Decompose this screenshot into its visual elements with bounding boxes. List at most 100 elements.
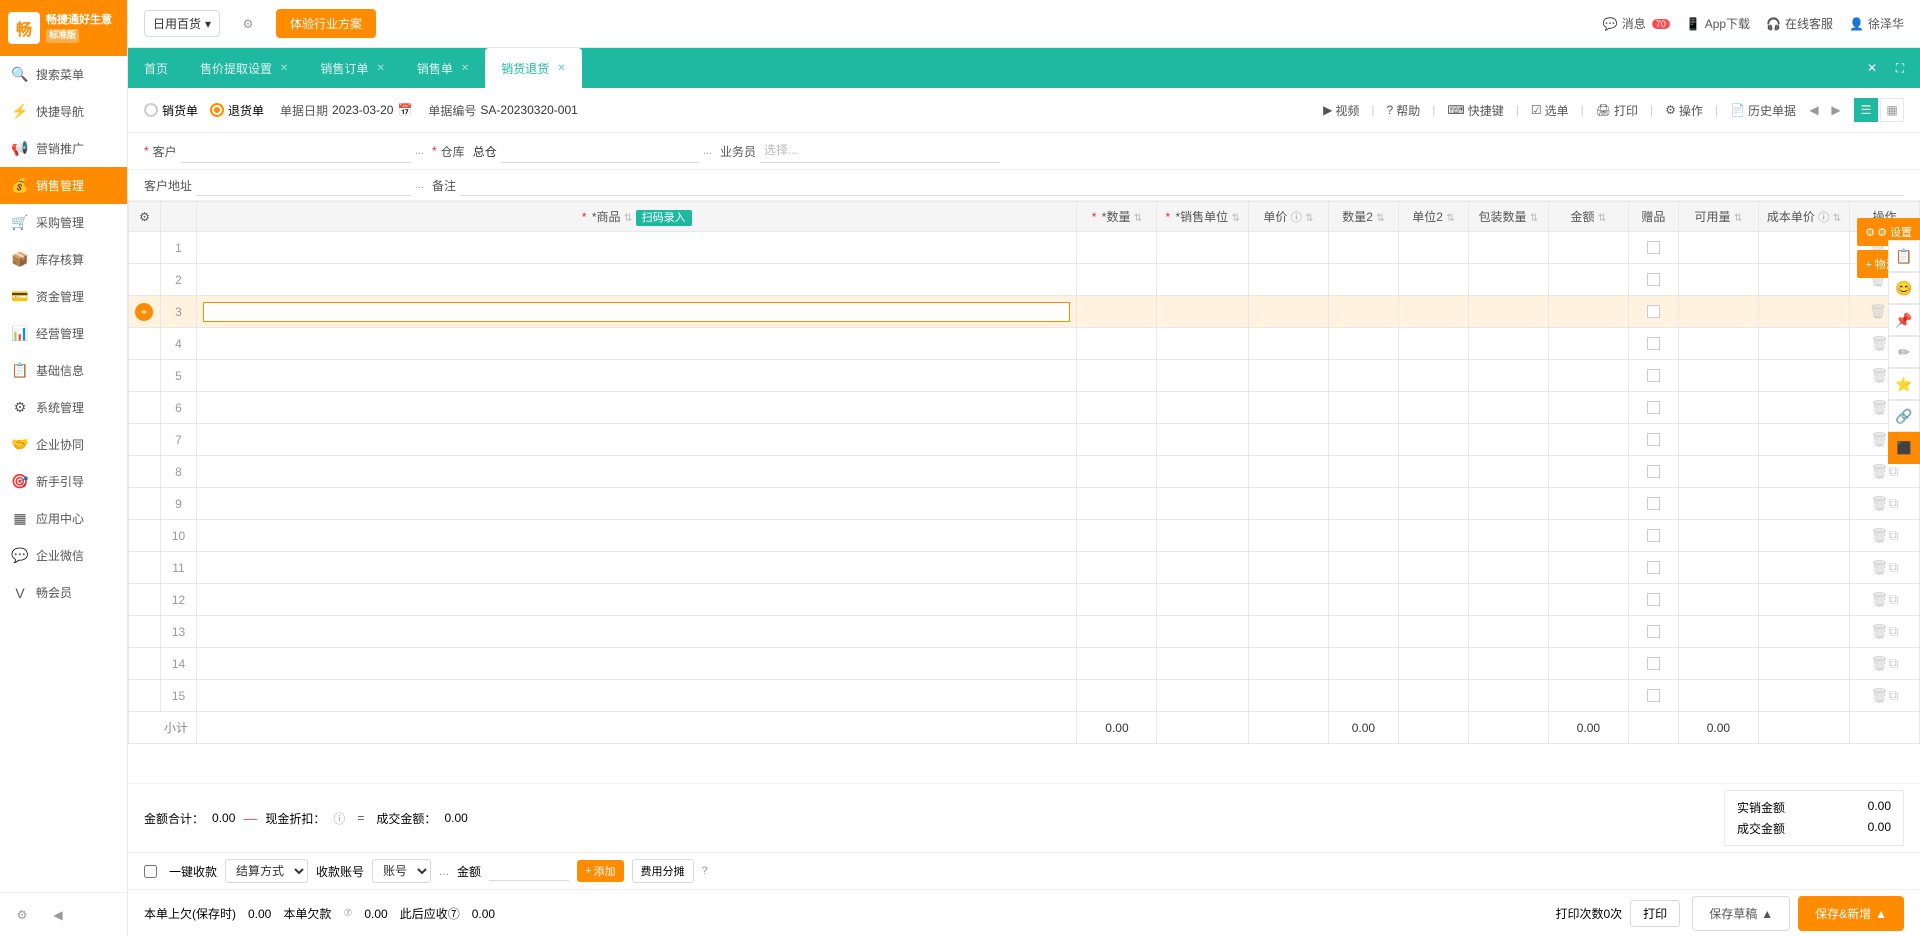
copy-row-btn[interactable]: ⧉: [1888, 495, 1898, 511]
tab-close-icon[interactable]: ✕: [461, 63, 469, 74]
list-view-btn[interactable]: ☰: [1854, 98, 1878, 122]
sort-icon[interactable]: ⇅: [624, 213, 632, 224]
sidebar-item-system[interactable]: ⚙ 系统管理: [0, 389, 127, 426]
sort-icon[interactable]: ⇅: [1376, 213, 1384, 224]
sidebar-item-operation[interactable]: 📊 经营管理: [0, 315, 127, 352]
settings-gear-icon[interactable]: ⚙: [232, 8, 264, 40]
next-page-btn[interactable]: ▶: [1826, 100, 1846, 120]
right-icon-link[interactable]: 🔗: [1888, 400, 1920, 432]
gift-checkbox[interactable]: [1647, 593, 1660, 606]
sidebar-settings-btn[interactable]: ⚙: [8, 901, 36, 929]
warehouse-input[interactable]: [501, 139, 699, 163]
message-btn[interactable]: 💬 消息 70: [1603, 15, 1670, 32]
gift-checkbox[interactable]: [1647, 273, 1660, 286]
sidebar-item-vip[interactable]: V 畅会员: [0, 574, 127, 611]
delete-row-btn[interactable]: 🗑: [1871, 399, 1889, 415]
product-cell-active[interactable]: [197, 296, 1077, 328]
cost-info-icon[interactable]: ⓘ: [1818, 212, 1829, 224]
history-action[interactable]: 📄 历史单据: [1730, 102, 1796, 119]
gift-checkbox[interactable]: [1647, 657, 1660, 670]
amount-input[interactable]: [489, 862, 569, 881]
gift-checkbox[interactable]: [1647, 241, 1660, 254]
delete-row-btn[interactable]: 🗑: [1871, 527, 1889, 543]
sidebar-item-inventory[interactable]: 📦 库存核算: [0, 241, 127, 278]
delete-row-btn[interactable]: 🗑: [1871, 335, 1889, 351]
cash-discount-info-icon[interactable]: ⓘ: [333, 810, 345, 827]
delete-row-btn[interactable]: 🗑: [1871, 687, 1889, 703]
save-draft-button[interactable]: 保存草稿 ▲: [1692, 896, 1790, 931]
sidebar-item-wechat[interactable]: 💬 企业微信: [0, 537, 127, 574]
right-icon-clip[interactable]: 📋: [1888, 240, 1920, 272]
right-icon-pin[interactable]: 📌: [1888, 304, 1920, 336]
gift-checkbox[interactable]: [1647, 465, 1660, 478]
customer-more-btn[interactable]: ...: [415, 145, 424, 157]
gift-checkbox[interactable]: [1647, 401, 1660, 414]
address-input[interactable]: [196, 174, 411, 196]
delete-row-btn[interactable]: 🗑: [1871, 591, 1889, 607]
radio-sales[interactable]: 销货单: [144, 102, 198, 119]
sidebar-item-finance[interactable]: 💳 资金管理: [0, 278, 127, 315]
sidebar-item-collaboration[interactable]: 🤝 企业协同: [0, 426, 127, 463]
delete-row-btn[interactable]: 🗑: [1871, 655, 1889, 671]
copy-row-btn[interactable]: ⧉: [1888, 463, 1898, 479]
copy-row-btn[interactable]: ⧉: [1888, 687, 1898, 703]
app-download-btn[interactable]: 📱 App下载: [1686, 15, 1750, 32]
account-more-btn[interactable]: ...: [439, 864, 449, 878]
staff-input[interactable]: 选择...: [760, 139, 1000, 163]
account-select[interactable]: 账号: [372, 859, 431, 883]
calendar-icon[interactable]: 📅: [397, 103, 412, 117]
sort-icon[interactable]: ⇅: [1305, 213, 1313, 224]
sort-icon[interactable]: ⇅: [1833, 213, 1841, 224]
right-icon-edit[interactable]: ✏: [1888, 336, 1920, 368]
sort-icon[interactable]: ⇅: [1598, 213, 1606, 224]
one-click-pay-checkbox[interactable]: [144, 865, 157, 878]
sidebar-item-sales[interactable]: 💰 销售管理: [0, 167, 127, 204]
address-more-btn[interactable]: ...: [415, 179, 424, 191]
add-fee-btn[interactable]: + 添加: [577, 860, 623, 882]
sidebar-item-basics[interactable]: 📋 基础信息: [0, 352, 127, 389]
gift-checkbox[interactable]: [1647, 497, 1660, 510]
debt-info-icon[interactable]: ⑦: [343, 908, 352, 919]
product-input[interactable]: [203, 302, 1070, 322]
delete-row-btn[interactable]: 🗑: [1871, 463, 1889, 479]
right-icon-orange-btn[interactable]: ⬛: [1888, 432, 1920, 464]
sidebar-item-purchase[interactable]: 🛒 采购管理: [0, 204, 127, 241]
sidebar-item-apps[interactable]: ▦ 应用中心: [0, 500, 127, 537]
gift-checkbox[interactable]: [1647, 561, 1660, 574]
product-cell[interactable]: [197, 232, 1077, 264]
trial-button[interactable]: 体验行业方案: [276, 9, 376, 38]
customer-input[interactable]: [181, 139, 411, 163]
gift-checkbox[interactable]: [1647, 433, 1660, 446]
scan-button[interactable]: 扫码录入: [636, 210, 692, 226]
print-button[interactable]: 打印: [1630, 900, 1680, 927]
video-action[interactable]: ▶ 视频: [1323, 102, 1359, 119]
shortcut-action[interactable]: ⌨ 快捷键: [1447, 102, 1503, 119]
sidebar-collapse-btn[interactable]: ◀: [44, 901, 72, 929]
prev-page-btn[interactable]: ◀: [1804, 100, 1824, 120]
copy-row-btn[interactable]: ⧉: [1888, 655, 1898, 671]
warehouse-more-btn[interactable]: ...: [703, 145, 712, 157]
sort-icon[interactable]: ⇅: [1232, 213, 1240, 224]
delete-row-btn[interactable]: 🗑: [1869, 303, 1887, 319]
gift-checkbox[interactable]: [1647, 337, 1660, 350]
copy-row-btn[interactable]: ⧉: [1888, 623, 1898, 639]
sidebar-item-guide[interactable]: 🎯 新手引导: [0, 463, 127, 500]
save-new-button[interactable]: 保存&新增 ▲: [1798, 896, 1904, 931]
sort-icon[interactable]: ⇅: [1446, 213, 1454, 224]
sidebar-item-quick-nav[interactable]: ⚡ 快捷导航: [0, 93, 127, 130]
close-tab-btn[interactable]: ✕: [1860, 56, 1884, 80]
gift-checkbox[interactable]: [1647, 529, 1660, 542]
tab-home[interactable]: 首页: [128, 48, 184, 88]
gift-checkbox[interactable]: [1647, 689, 1660, 702]
copy-row-btn[interactable]: ⧉: [1888, 527, 1898, 543]
minus-icon[interactable]: —: [243, 810, 257, 826]
delete-row-btn[interactable]: 🗑: [1871, 367, 1889, 383]
sidebar-item-marketing[interactable]: 📢 营销推广: [0, 130, 127, 167]
fee-split-btn[interactable]: 费用分摊: [632, 859, 694, 883]
select-action[interactable]: ☑ 选单: [1531, 102, 1569, 119]
tab-price-settings[interactable]: 售价提取设置 ✕: [184, 48, 304, 88]
tab-sales[interactable]: 销售单 ✕: [401, 48, 485, 88]
sidebar-item-search[interactable]: 🔍 搜索菜单: [0, 56, 127, 93]
add-row-btn[interactable]: +: [135, 303, 153, 321]
delete-row-btn[interactable]: 🗑: [1871, 495, 1889, 511]
